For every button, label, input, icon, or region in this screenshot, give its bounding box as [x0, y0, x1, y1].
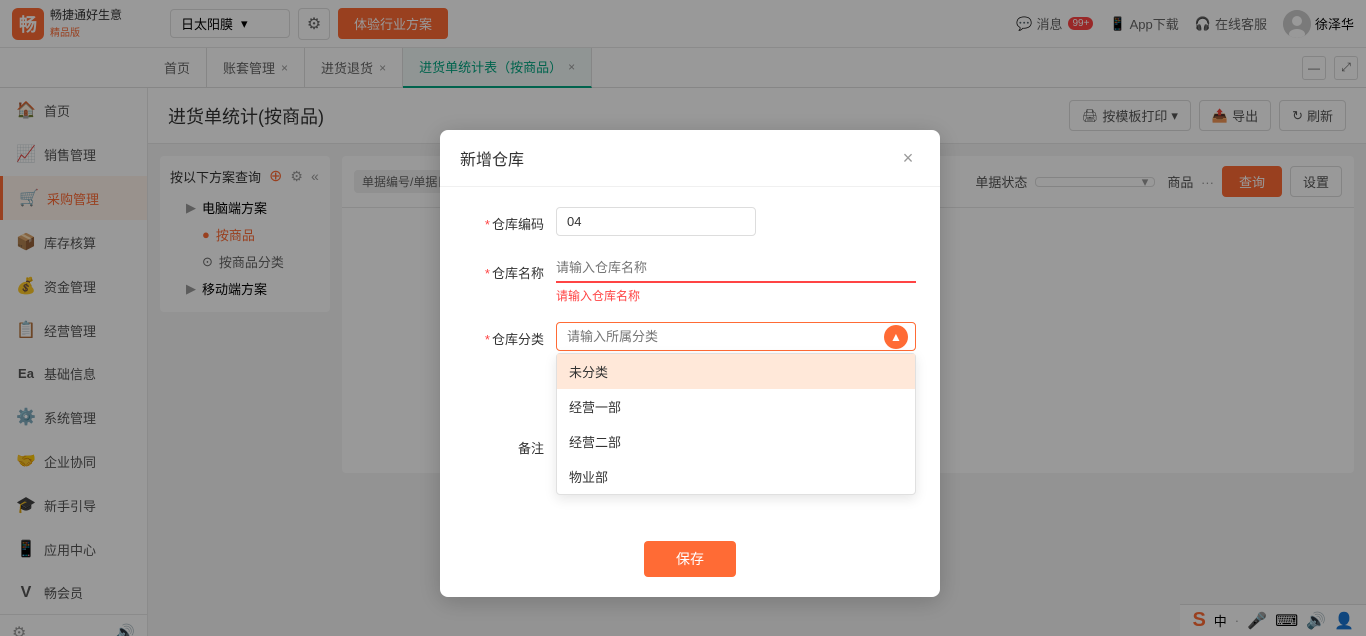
dialog-body: 仓库编码 仓库名称 请输入仓库名称 仓库分类 ▲: [440, 187, 940, 529]
dropdown-item-operations1[interactable]: 经营一部: [557, 389, 915, 424]
notes-label: 备注: [464, 431, 544, 457]
select-arrow-icon[interactable]: ▲: [884, 325, 908, 349]
form-row-category: 仓库分类 ▲ 未分类 经营一部 经营二部 物业部: [464, 322, 916, 351]
save-button[interactable]: 保存: [644, 541, 736, 577]
code-label: 仓库编码: [464, 207, 544, 233]
dropdown-item-uncategorized[interactable]: 未分类: [557, 354, 915, 389]
form-row-name: 仓库名称 请输入仓库名称: [464, 254, 916, 304]
dialog-footer: 保存: [440, 529, 940, 597]
name-input[interactable]: [556, 254, 916, 283]
name-error-message: 请输入仓库名称: [556, 289, 640, 303]
code-input[interactable]: [556, 207, 756, 236]
form-row-code: 仓库编码: [464, 207, 916, 236]
category-select-wrapper: ▲ 未分类 经营一部 经营二部 物业部: [556, 322, 916, 351]
category-input[interactable]: [556, 322, 916, 351]
name-label: 仓库名称: [464, 256, 544, 282]
dialog-title: 新增仓库: [460, 146, 524, 170]
modal-overlay[interactable]: 新增仓库 × 仓库编码 仓库名称 请输入仓库名称 仓库分: [0, 0, 1366, 636]
dropdown-item-property[interactable]: 物业部: [557, 459, 915, 494]
dialog-close-button[interactable]: ×: [896, 146, 920, 170]
dialog-header: 新增仓库 ×: [440, 130, 940, 187]
new-warehouse-dialog: 新增仓库 × 仓库编码 仓库名称 请输入仓库名称 仓库分: [440, 130, 940, 597]
category-dropdown: 未分类 经营一部 经营二部 物业部: [556, 353, 916, 495]
category-label: 仓库分类: [464, 322, 544, 348]
dropdown-item-operations2[interactable]: 经营二部: [557, 424, 915, 459]
